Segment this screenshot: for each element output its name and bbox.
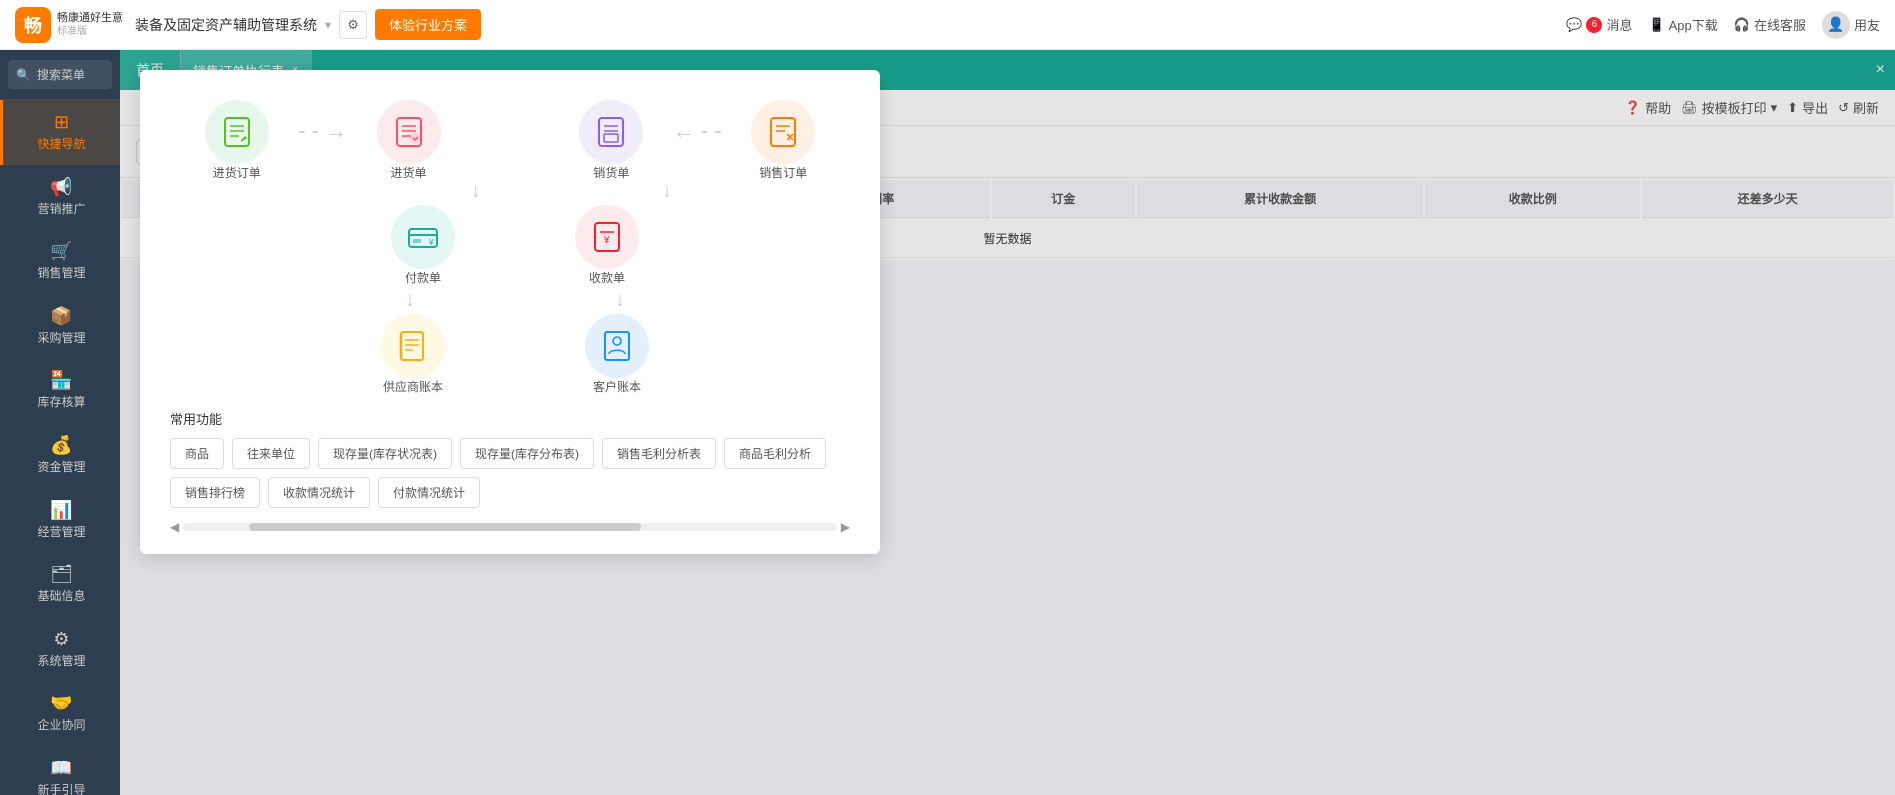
message-icon: 💬 [1566, 17, 1582, 33]
flow-node-sales-bill[interactable]: 销货单 [579, 100, 643, 181]
logo-icon: 畅 [15, 7, 51, 43]
btn-receipt-stats[interactable]: 收款情况统计 [268, 477, 370, 508]
app-container: 畅 畅康通好生意 标准版 装备及固定资产辅助管理系统 ▾ ⚙ 体验行业方案 💬 … [0, 0, 1895, 795]
flow-node-customer-ledger[interactable]: 客户账本 [585, 314, 649, 395]
sidebar-item-sales[interactable]: 🛒 销售管理 [0, 229, 120, 294]
flow-node-purchase-order[interactable]: 进货订单 [205, 100, 269, 181]
collab-icon: 🤝 [50, 693, 72, 714]
logo-text: 畅康通好生意 标准版 [57, 11, 123, 38]
logo-area: 畅 畅康通好生意 标准版 [15, 7, 135, 43]
user-menu[interactable]: 👤 用友 [1822, 11, 1880, 39]
flow-arrows-row3: ↓ ↓ [170, 290, 850, 310]
scrollbar-thumb[interactable] [249, 523, 641, 531]
down-arrow-payment: ↓ [405, 290, 415, 310]
search-icon: 🔍 [16, 68, 31, 82]
arrow-sales-order-to-bill: ← - - [673, 118, 722, 164]
btn-product[interactable]: 商品 [170, 438, 224, 469]
sidebar-item-system[interactable]: ⚙ 系统管理 [0, 617, 120, 682]
message-button[interactable]: 💬 6 消息 [1566, 15, 1632, 34]
modal-overlay[interactable]: 进货订单 - - → 进货单 [120, 50, 1895, 795]
customer-ledger-icon [585, 314, 649, 378]
btn-product-margin[interactable]: 商品毛利分析 [724, 438, 826, 469]
common-buttons-row2: 销售排行榜 收款情况统计 付款情况统计 [170, 477, 850, 508]
top-right-area: 💬 6 消息 📱 App下载 🎧 在线客服 👤 用友 [1566, 11, 1880, 39]
sidebar-item-finance[interactable]: 💰 资金管理 [0, 423, 120, 488]
modal-box: 进货订单 - - → 进货单 [140, 70, 880, 554]
system-title-area: 装备及固定资产辅助管理系统 ▾ ⚙ 体验行业方案 [135, 9, 1566, 40]
sidebar-item-purchase[interactable]: 📦 采购管理 [0, 294, 120, 359]
finance-icon: 💰 [50, 435, 72, 456]
flow-node-payment[interactable]: ¥ 付款单 [391, 205, 455, 286]
content-area: 首页 销售订单执行表 × × ❓ 帮助 🖨 [120, 50, 1895, 795]
scrollbar-left-arrow[interactable]: ◀ [170, 520, 179, 534]
btn-sales-margin-table[interactable]: 销售毛利分析表 [602, 438, 716, 469]
headset-icon: 🎧 [1734, 17, 1750, 33]
flow-node-supplier-ledger[interactable]: 供应商账本 [381, 314, 445, 395]
sales-order-icon [751, 100, 815, 164]
sidebar: 🔍 搜索菜单 ⊞ 快捷导航 📢 营销推广 🛒 销售管理 📦 采购管理 [0, 50, 120, 795]
sales-icon: 🛒 [50, 241, 72, 262]
sales-bill-icon [579, 100, 643, 164]
flow-row-ledgers: 供应商账本 客户账本 [170, 314, 850, 395]
operation-icon: 📊 [50, 500, 72, 521]
flow-row-payment-receipt: ¥ 付款单 ¥ 收款单 [170, 205, 850, 286]
sidebar-item-basic[interactable]: 🗂 基础信息 [0, 552, 120, 617]
scrollbar-right-arrow[interactable]: ▶ [841, 520, 850, 534]
sidebar-item-marketing[interactable]: 📢 营销推广 [0, 165, 120, 230]
arrow-purchase-order-to-bill: - - → [298, 118, 347, 164]
supplier-ledger-icon [381, 314, 445, 378]
sidebar-item-collab[interactable]: 🤝 企业协同 [0, 681, 120, 746]
btn-sales-ranking[interactable]: 销售排行榜 [170, 477, 260, 508]
sidebar-search-area: 🔍 搜索菜单 [0, 50, 120, 100]
online-service-button[interactable]: 🎧 在线客服 [1734, 15, 1806, 34]
system-icon: ⚙ [53, 629, 69, 650]
title-dropdown-icon[interactable]: ▾ [325, 18, 331, 32]
purchase-order-icon [205, 100, 269, 164]
svg-text:¥: ¥ [428, 238, 434, 247]
sidebar-item-inventory[interactable]: 🏪 库存核算 [0, 358, 120, 423]
guide-icon: 📖 [50, 758, 72, 779]
inventory-icon: 🏪 [50, 370, 72, 391]
system-title: 装备及固定资产辅助管理系统 [135, 15, 317, 35]
scrollbar-track[interactable] [183, 523, 837, 531]
down-arrow-purchase-bill: ↓ [471, 181, 481, 201]
trial-button[interactable]: 体验行业方案 [375, 9, 481, 40]
modal-scrollbar: ◀ ▶ [170, 520, 850, 534]
common-functions-title: 常用功能 [170, 409, 850, 428]
down-arrow-receipt: ↓ [615, 290, 625, 310]
sidebar-item-operation[interactable]: 📊 经营管理 [0, 488, 120, 553]
purchase-icon: 📦 [50, 306, 72, 327]
btn-payment-stats[interactable]: 付款情况统计 [378, 477, 480, 508]
down-arrow-sales-bill: ↓ [662, 181, 672, 201]
app-download-button[interactable]: 📱 App下载 [1648, 15, 1717, 34]
purchase-bill-icon [377, 100, 441, 164]
svg-text:¥: ¥ [603, 235, 610, 246]
message-badge: 6 [1586, 17, 1602, 33]
btn-partners[interactable]: 往来单位 [232, 438, 310, 469]
sidebar-item-quicknav[interactable]: ⊞ 快捷导航 [0, 100, 120, 165]
btn-inventory-status[interactable]: 现存量(库存状况表) [318, 438, 452, 469]
main-layout: 🔍 搜索菜单 ⊞ 快捷导航 📢 营销推广 🛒 销售管理 📦 采购管理 [0, 50, 1895, 795]
payment-icon: ¥ [391, 205, 455, 269]
marketing-icon: 📢 [50, 177, 72, 198]
quicknav-icon: ⊞ [54, 112, 69, 133]
flow-node-receipt[interactable]: ¥ 收款单 [575, 205, 639, 286]
receipt-icon: ¥ [575, 205, 639, 269]
search-menu-button[interactable]: 🔍 搜索菜单 [8, 60, 112, 89]
btn-inventory-distribution[interactable]: 现存量(库存分布表) [460, 438, 594, 469]
app-download-icon: 📱 [1648, 17, 1664, 33]
settings-button[interactable]: ⚙ [339, 11, 367, 39]
common-buttons-row1: 商品 往来单位 现存量(库存状况表) 现存量(库存分布表) 销售毛利分析表 商品… [170, 438, 850, 469]
sidebar-item-guide[interactable]: 📖 新手引导 [0, 746, 120, 795]
flow-node-purchase-bill[interactable]: 进货单 [377, 100, 441, 181]
flow-arrows-row2: ↓ ↓ [170, 181, 850, 201]
flow-node-sales-order[interactable]: 销售订单 [751, 100, 815, 181]
common-functions-section: 常用功能 商品 往来单位 现存量(库存状况表) 现存量(库存分布表) 销售毛利分… [170, 409, 850, 508]
basic-icon: 🗂 [50, 564, 73, 585]
flow-diagram: 进货订单 - - → 进货单 [170, 100, 850, 399]
avatar: 👤 [1822, 11, 1850, 39]
top-bar: 畅 畅康通好生意 标准版 装备及固定资产辅助管理系统 ▾ ⚙ 体验行业方案 💬 … [0, 0, 1895, 50]
